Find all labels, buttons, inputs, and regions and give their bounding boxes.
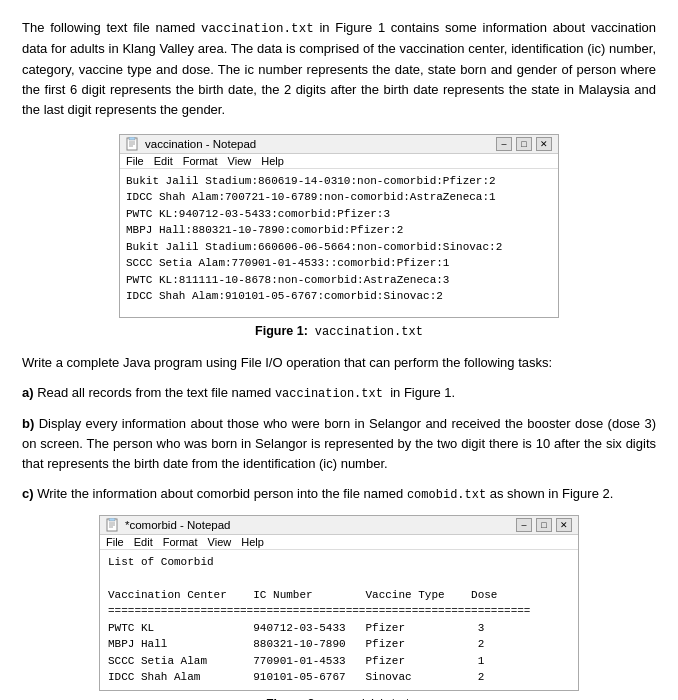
menu-help-1[interactable]: Help [261, 155, 284, 167]
maximize-button-2[interactable]: □ [536, 518, 552, 532]
task-a-label: a) [22, 385, 34, 400]
task-intro: Write a complete Java program using File… [22, 353, 656, 373]
line-3: PWTC KL:940712-03-5433:comorbid:Pfizer:3 [126, 206, 552, 223]
intro-paragraph: The following text file named vaccinatio… [22, 18, 656, 120]
menu-file-2[interactable]: File [106, 536, 124, 548]
menu-format-2[interactable]: Format [163, 536, 198, 548]
line-2: IDCC Shah Alam:700721-10-6789:non-comorb… [126, 189, 552, 206]
task-a: a) Read all records from the text file n… [22, 383, 656, 404]
notepad-menubar-1: File Edit Format View Help [120, 154, 558, 169]
menu-format-1[interactable]: Format [183, 155, 218, 167]
notepad-titlebar-2: *comorbid - Notepad – □ ✕ [100, 516, 578, 535]
task-b-label: b) [22, 416, 34, 431]
task-b: b) Display every information about those… [22, 414, 656, 474]
line-7: PWTC KL:811111-10-8678:non-comorbid:Astr… [126, 272, 552, 289]
svg-rect-1 [129, 137, 135, 140]
notepad-titlebar-1: vaccination - Notepad – □ ✕ [120, 135, 558, 154]
notepad-file-icon-2 [106, 518, 120, 532]
task-c: c) Write the information about comorbid … [22, 484, 656, 505]
line-1: Bukit Jalil Stadium:860619-14-0310:non-c… [126, 173, 552, 190]
minimize-button-1[interactable]: – [496, 137, 512, 151]
notepad-menubar-2: File Edit Format View Help [100, 535, 578, 550]
line-5: Bukit Jalil Stadium:660606-06-5664:non-c… [126, 239, 552, 256]
notepad-content-1[interactable]: Bukit Jalil Stadium:860619-14-0310:non-c… [120, 169, 558, 317]
menu-edit-2[interactable]: Edit [134, 536, 153, 548]
menu-view-2[interactable]: View [208, 536, 232, 548]
svg-rect-6 [109, 518, 115, 521]
notepad-title-text-2: *comorbid - Notepad [125, 519, 230, 531]
menu-file-1[interactable]: File [126, 155, 144, 167]
line-8: IDCC Shah Alam:910101-05-6767:comorbid:S… [126, 288, 552, 305]
notepad-controls-2[interactable]: – □ ✕ [516, 518, 572, 532]
notepad-title-text-1: vaccination - Notepad [145, 138, 256, 150]
notepad-content-2[interactable]: List of Comorbid Vaccination Center IC N… [100, 550, 578, 690]
close-button-2[interactable]: ✕ [556, 518, 572, 532]
notepad-window-2: *comorbid - Notepad – □ ✕ File Edit Form… [99, 515, 579, 691]
notepad-controls-1[interactable]: – □ ✕ [496, 137, 552, 151]
minimize-button-2[interactable]: – [516, 518, 532, 532]
close-button-1[interactable]: ✕ [536, 137, 552, 151]
menu-help-2[interactable]: Help [241, 536, 264, 548]
notepad-window-1: vaccination - Notepad – □ ✕ File Edit Fo… [119, 134, 559, 318]
task-c-label: c) [22, 486, 34, 501]
figure-1-label: Figure 1: vaccination.txt [22, 324, 656, 339]
maximize-button-1[interactable]: □ [516, 137, 532, 151]
menu-view-1[interactable]: View [228, 155, 252, 167]
notepad-file-icon [126, 137, 140, 151]
line-6: SCCC Setia Alam:770901-01-4533::comorbid… [126, 255, 552, 272]
menu-edit-1[interactable]: Edit [154, 155, 173, 167]
line-4: MBPJ Hall:880321-10-7890:comorbid:Pfizer… [126, 222, 552, 239]
